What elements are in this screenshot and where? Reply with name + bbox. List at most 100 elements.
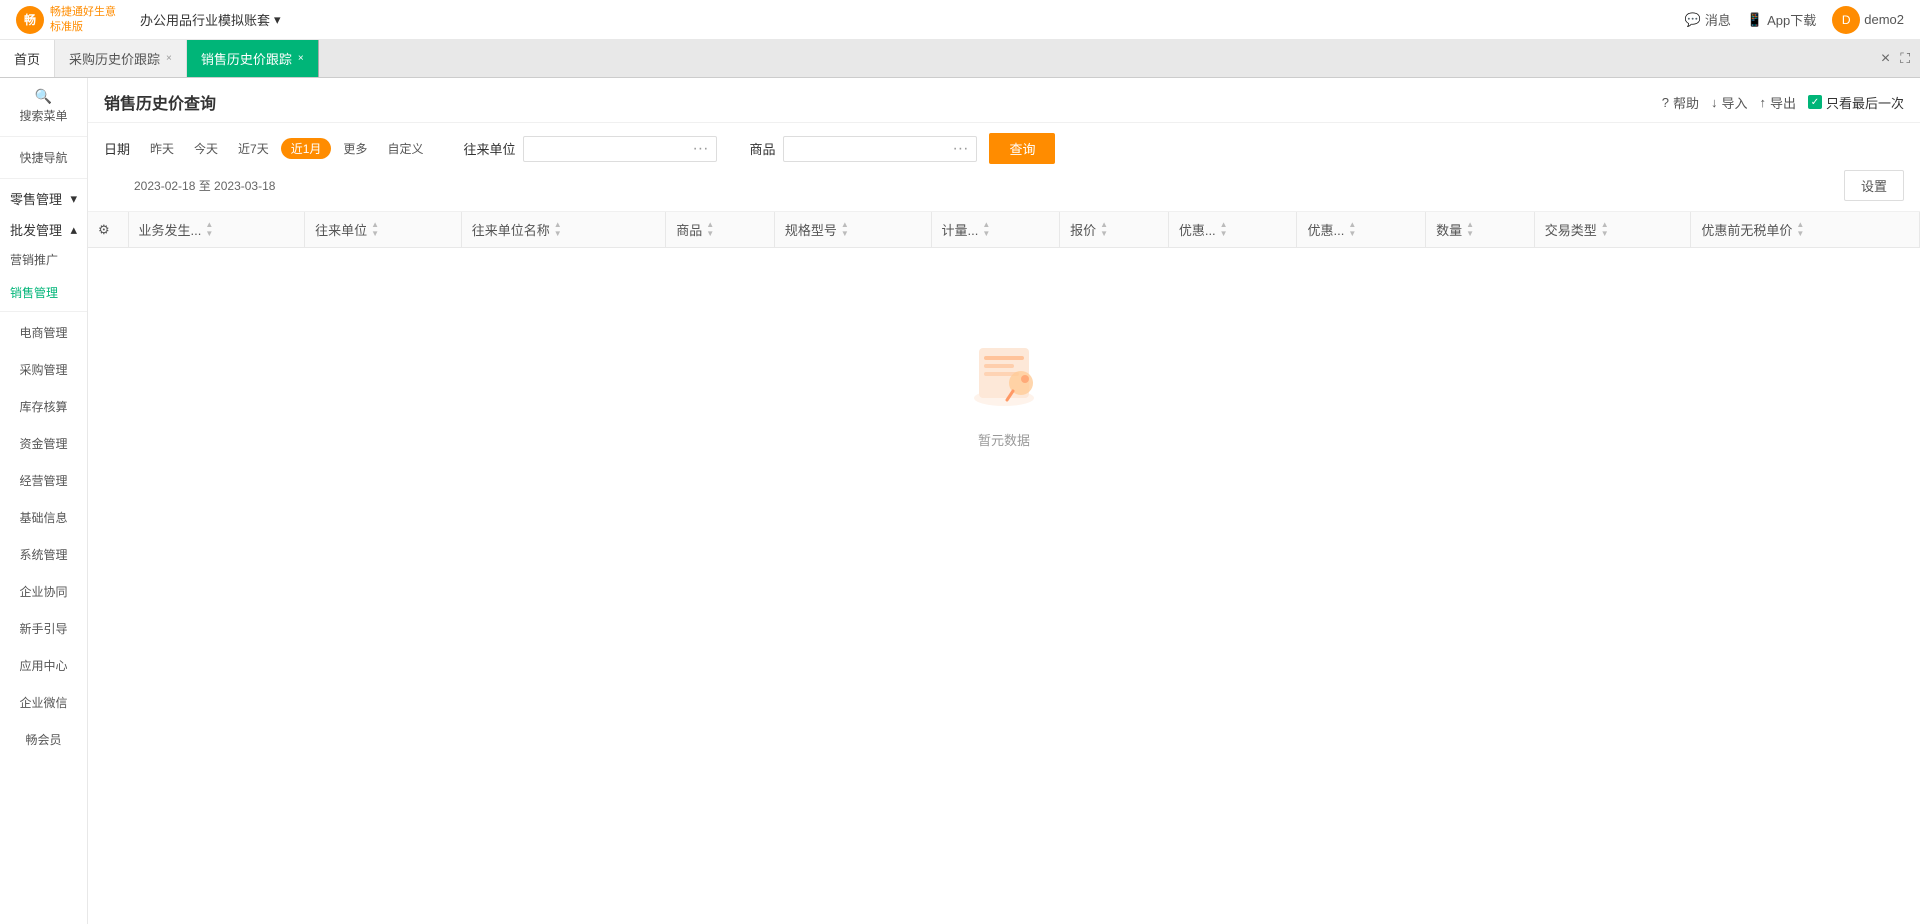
- th-spec[interactable]: 规格型号 ▲ ▼: [774, 212, 931, 248]
- user-avatar-button[interactable]: D demo2: [1832, 6, 1904, 34]
- th-counterparty-name[interactable]: 往来单位名称 ▲ ▼: [461, 212, 666, 248]
- date-btn-more[interactable]: 更多: [335, 138, 375, 159]
- help-icon: ?: [1662, 95, 1669, 110]
- content-area: 销售历史价查询 ? 帮助 ↓ 导入 ↑ 导出: [88, 78, 1920, 924]
- close-sales-tab-icon[interactable]: ×: [298, 53, 304, 64]
- sidebar-item-member[interactable]: 畅会员: [0, 721, 87, 758]
- help-label: 帮助: [1673, 93, 1699, 112]
- settings-button[interactable]: 设置: [1844, 170, 1904, 201]
- sidebar-item-enterprise[interactable]: 企业协同: [0, 573, 87, 610]
- fullscreen-icon[interactable]: ⛶: [1900, 50, 1910, 67]
- app-selector[interactable]: 办公用品行业模拟账套 ▾: [140, 10, 281, 29]
- sidebar-divider-2: [0, 178, 87, 179]
- sidebar-item-search[interactable]: 🔍 搜索菜单: [0, 78, 87, 134]
- sort-quantity[interactable]: ▲ ▼: [1466, 221, 1474, 238]
- sidebar-item-inventory[interactable]: 库存核算: [0, 388, 87, 425]
- logo-line1: 畅捷通好生意: [50, 5, 116, 19]
- sort-counterparty-code[interactable]: ▲ ▼: [371, 221, 379, 238]
- wholesale-label: 批发管理: [10, 220, 62, 239]
- sidebar-item-sales-mgmt[interactable]: 销售管理: [0, 276, 87, 309]
- counterparty-text-input[interactable]: [532, 141, 692, 156]
- avatar: D: [1832, 6, 1860, 34]
- sort-counterparty-name[interactable]: ▲ ▼: [554, 221, 562, 238]
- tab-bar: 首页 采购历史价跟踪 × 销售历史价跟踪 × × ⛶: [0, 40, 1920, 78]
- date-range-display: 2023-02-18 至 2023-03-18: [134, 177, 275, 194]
- tab-sales-history[interactable]: 销售历史价跟踪 ×: [187, 40, 319, 77]
- only-last-checkbox[interactable]: [1808, 95, 1822, 109]
- username-label: demo2: [1864, 12, 1904, 27]
- sort-discount1[interactable]: ▲ ▼: [1220, 221, 1228, 238]
- th-trade-type[interactable]: 交易类型 ▲ ▼: [1534, 212, 1691, 248]
- message-icon: 💬: [1685, 12, 1701, 28]
- th-unit[interactable]: 计量... ▲ ▼: [931, 212, 1060, 248]
- home-label: 首页: [14, 49, 40, 68]
- top-bar: 畅 畅捷通好生意 标准版 办公用品行业模拟账套 ▾ 💬 消息 📱 App下载 D…: [0, 0, 1920, 40]
- date-btn-yesterday[interactable]: 昨天: [142, 138, 182, 159]
- export-label: 导出: [1770, 93, 1796, 112]
- page-header: 销售历史价查询 ? 帮助 ↓ 导入 ↑ 导出: [88, 78, 1920, 123]
- sidebar-item-basic-info[interactable]: 基础信息: [0, 499, 87, 536]
- goods-text-input[interactable]: [792, 141, 952, 156]
- sidebar-item-wechat[interactable]: 企业微信: [0, 684, 87, 721]
- sidebar-item-app-center[interactable]: 应用中心: [0, 647, 87, 684]
- th-biz-date[interactable]: 业务发生... ▲ ▼: [128, 212, 305, 248]
- tab-purchase-history[interactable]: 采购历史价跟踪 ×: [55, 40, 187, 77]
- sort-biz-date[interactable]: ▲ ▼: [205, 221, 213, 238]
- close-purchase-tab-icon[interactable]: ×: [166, 53, 172, 64]
- export-button[interactable]: ↑ 导出: [1759, 93, 1796, 112]
- sidebar-item-purchase[interactable]: 采购管理: [0, 351, 87, 388]
- counterparty-input[interactable]: ···: [523, 136, 717, 162]
- retail-arrow-icon: ▾: [70, 191, 77, 207]
- sidebar-item-system[interactable]: 系统管理: [0, 536, 87, 573]
- th-discount2[interactable]: 优惠... ▲ ▼: [1297, 212, 1426, 248]
- search-label: 搜索菜单: [19, 107, 67, 124]
- sort-quote[interactable]: ▲ ▼: [1100, 221, 1108, 238]
- sort-trade-type[interactable]: ▲ ▼: [1601, 221, 1609, 238]
- counterparty-filter-group: 往来单位 ···: [463, 136, 717, 162]
- sidebar-item-finance[interactable]: 资金管理: [0, 425, 87, 462]
- th-goods[interactable]: 商品 ▲ ▼: [666, 212, 775, 248]
- sidebar-item-marketing[interactable]: 营销推广: [0, 243, 87, 276]
- counterparty-picker-icon[interactable]: ···: [692, 140, 708, 158]
- import-button[interactable]: ↓ 导入: [1711, 93, 1748, 112]
- th-quote[interactable]: 报价 ▲ ▼: [1060, 212, 1169, 248]
- th-counterparty-code[interactable]: 往来单位 ▲ ▼: [305, 212, 462, 248]
- date-btn-custom[interactable]: 自定义: [379, 138, 431, 159]
- goods-label: 商品: [749, 139, 775, 158]
- goods-input[interactable]: ···: [783, 136, 977, 162]
- sort-spec[interactable]: ▲ ▼: [841, 221, 849, 238]
- close-window-icon[interactable]: ×: [1881, 50, 1890, 68]
- sidebar-section-wholesale[interactable]: 批发管理 ▴: [0, 212, 87, 243]
- app-download-button[interactable]: 📱 App下载: [1747, 10, 1816, 29]
- sort-goods[interactable]: ▲ ▼: [706, 221, 714, 238]
- help-button[interactable]: ? 帮助: [1662, 93, 1699, 112]
- tab-home[interactable]: 首页: [0, 40, 55, 77]
- column-settings-icon[interactable]: ⚙: [98, 222, 110, 237]
- import-label: 导入: [1721, 93, 1747, 112]
- only-last-checkbox-label[interactable]: 只看最后一次: [1808, 93, 1904, 112]
- th-quantity[interactable]: 数量 ▲ ▼: [1426, 212, 1535, 248]
- empty-illustration: [959, 328, 1049, 418]
- sales-history-label: 销售历史价跟踪: [201, 49, 292, 68]
- th-settings: ⚙: [88, 212, 128, 248]
- tab-bar-spacer: [319, 40, 1871, 77]
- sidebar-item-operations[interactable]: 经营管理: [0, 462, 87, 499]
- sort-unit[interactable]: ▲ ▼: [982, 221, 990, 238]
- goods-picker-icon[interactable]: ···: [952, 140, 968, 158]
- sidebar-item-tutorial[interactable]: 新手引导: [0, 610, 87, 647]
- sidebar-item-ecommerce[interactable]: 电商管理: [0, 314, 87, 351]
- message-button[interactable]: 💬 消息: [1685, 10, 1731, 29]
- date-btn-1month[interactable]: 近1月: [281, 138, 332, 159]
- query-button[interactable]: 查询: [989, 133, 1055, 164]
- date-btn-7days[interactable]: 近7天: [230, 138, 277, 159]
- sidebar-section-retail[interactable]: 零售管理 ▾: [0, 181, 87, 212]
- sort-discount2[interactable]: ▲ ▼: [1348, 221, 1356, 238]
- data-table: ⚙ 业务发生... ▲ ▼: [88, 212, 1920, 248]
- th-discount1[interactable]: 优惠... ▲ ▼: [1168, 212, 1297, 248]
- sidebar-item-shortcut[interactable]: 快捷导航: [0, 139, 87, 176]
- sort-pre-tax-price[interactable]: ▲ ▼: [1796, 221, 1804, 238]
- search-icon: 🔍: [35, 88, 52, 105]
- date-btn-today[interactable]: 今天: [186, 138, 226, 159]
- filter-row1: 日期 昨天 今天 近7天 近1月 更多 自定义 往来单位 ···: [104, 133, 1904, 164]
- th-pre-tax-price[interactable]: 优惠前无税单价 ▲ ▼: [1691, 212, 1920, 248]
